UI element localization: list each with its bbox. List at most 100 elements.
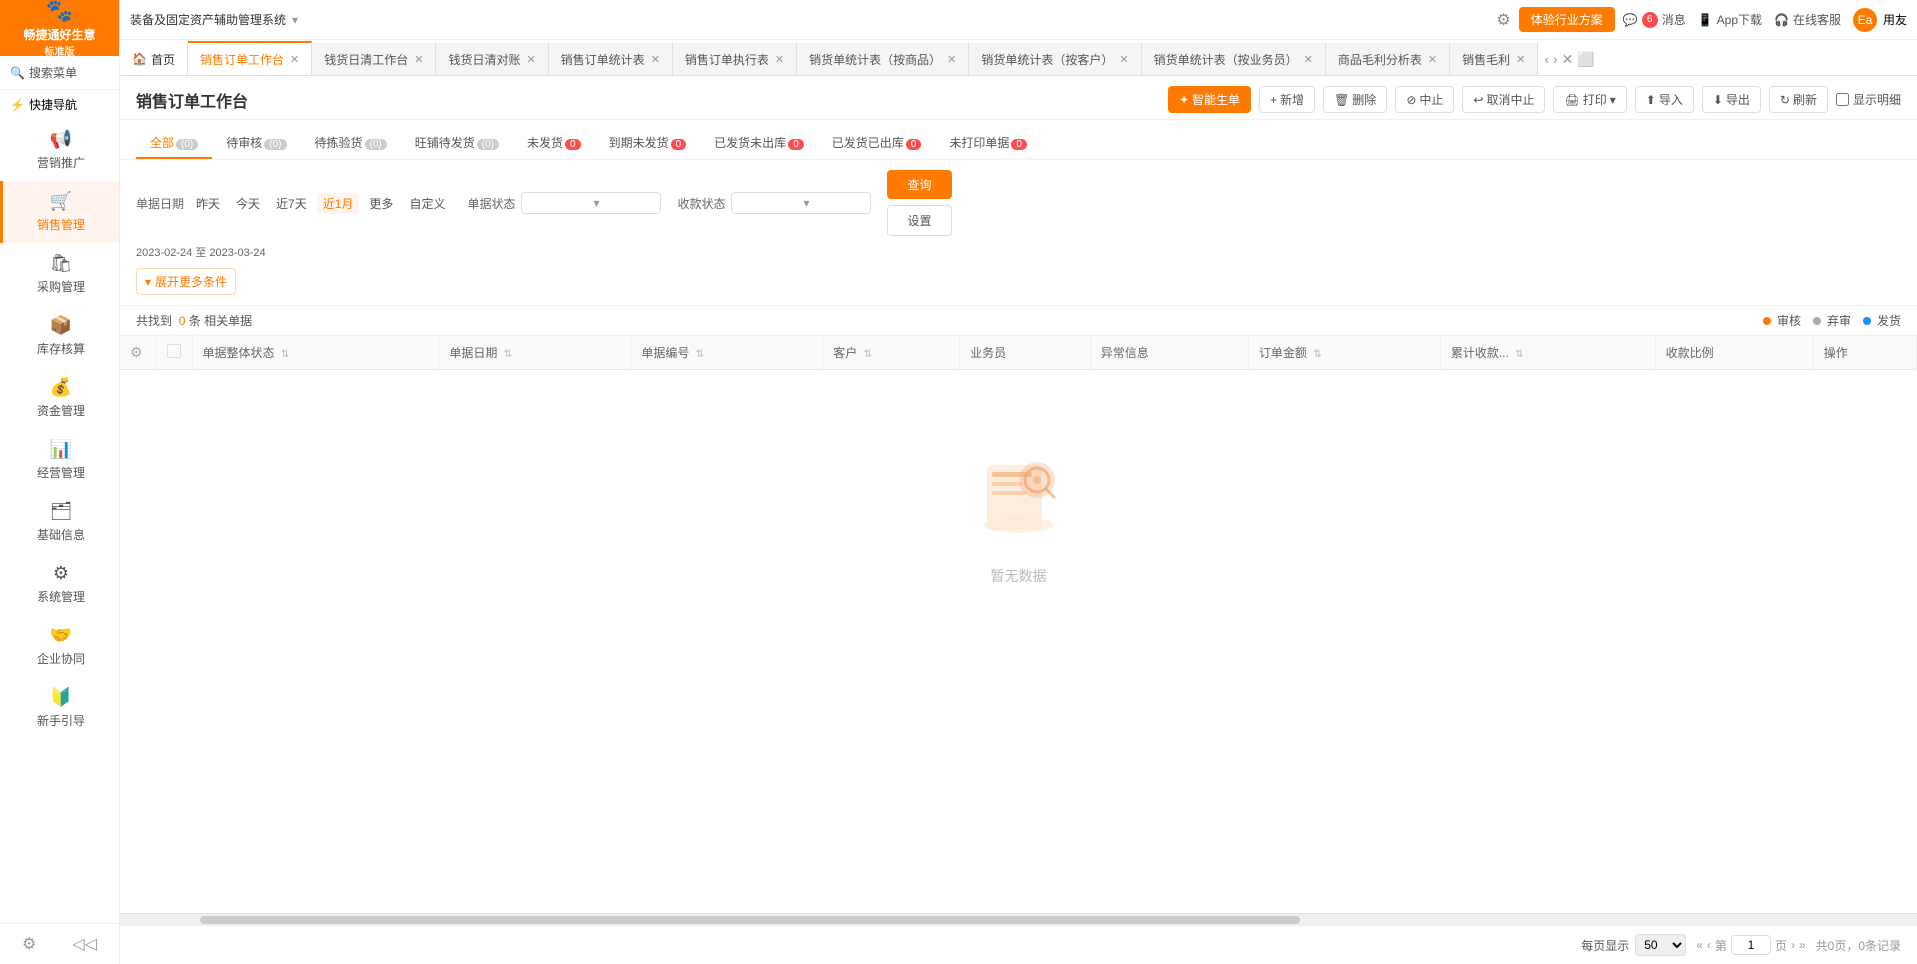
tab-cash-reconcile-close[interactable]: ✕ xyxy=(526,53,535,66)
show-detail-label[interactable]: 显示明细 xyxy=(1836,91,1901,108)
sidebar-item-guide[interactable]: 🔰 新手引导 xyxy=(0,677,119,739)
tab-cash-clear[interactable]: 钱货日清工作台 ✕ xyxy=(312,43,436,75)
tab-goods-stat-staff-close[interactable]: ✕ xyxy=(1304,53,1313,66)
page-last-btn[interactable]: » xyxy=(1799,938,1806,952)
sidebar-item-sys-mgmt[interactable]: ⚙ 系统管理 xyxy=(0,553,119,615)
date-btn-custom[interactable]: 自定义 xyxy=(403,193,451,214)
tab-sales-stat-close[interactable]: ✕ xyxy=(651,53,660,66)
print-dropdown-arrow[interactable]: ▾ xyxy=(1610,93,1616,107)
settings-gear-icon[interactable]: ⚙ xyxy=(1496,10,1510,30)
import-button[interactable]: ⬆ 导入 xyxy=(1635,86,1694,113)
tab-goods-stat-staff[interactable]: 销货单统计表（按业务员） ✕ xyxy=(1142,43,1326,75)
tab-goods-stat-product-close[interactable]: ✕ xyxy=(947,53,956,66)
th-status-sort: ⇅ xyxy=(281,349,289,360)
page-input[interactable] xyxy=(1731,935,1771,955)
tab-sales-workbench-close[interactable]: ✕ xyxy=(290,53,299,66)
ship-btn[interactable]: 发货 xyxy=(1863,312,1901,329)
th-number-sort: ⇅ xyxy=(696,349,704,360)
th-number[interactable]: 单据编号 ⇅ xyxy=(631,336,823,370)
review-btn[interactable]: 审核 xyxy=(1763,312,1801,329)
status-select[interactable]: ▾ xyxy=(521,192,661,214)
tab-goods-stat-customer[interactable]: 销货单统计表（按客户） ✕ xyxy=(969,43,1141,75)
sidebar-item-operation[interactable]: 📊 经营管理 xyxy=(0,429,119,491)
filter-tab-pending-review[interactable]: 待审核(0) xyxy=(212,128,300,159)
page-prev-btn[interactable]: ‹ xyxy=(1707,938,1711,952)
sidebar-item-enterprise[interactable]: 🤝 企业协同 xyxy=(0,615,119,677)
hscroll-bar[interactable] xyxy=(120,913,1917,925)
filter-tab-unprinted[interactable]: 未打印单据0 xyxy=(935,128,1041,159)
expand-button[interactable]: ▾ 展开更多条件 xyxy=(136,268,236,295)
th-amount[interactable]: 订单金额 ⇅ xyxy=(1248,336,1440,370)
tabs-maximize-btn[interactable]: ⬜ xyxy=(1577,51,1594,68)
online-service-btn[interactable]: 🎧 在线客服 xyxy=(1774,11,1841,28)
tab-sales-exec[interactable]: 销售订单执行表 ✕ xyxy=(673,43,797,75)
tabs-prev-btn[interactable]: ‹ xyxy=(1544,51,1549,67)
export-button[interactable]: ⬇ 导出 xyxy=(1702,86,1761,113)
sidebar-search[interactable]: 🔍 搜索菜单 xyxy=(0,56,119,90)
sidebar-item-finance[interactable]: 💰 资金管理 xyxy=(0,367,119,429)
filter-tab-overdue[interactable]: 到期未发货0 xyxy=(595,128,701,159)
app-download-btn[interactable]: 📱 App下载 xyxy=(1698,11,1762,28)
filter-tab-all[interactable]: 全部(0) xyxy=(136,128,212,159)
print-button[interactable]: 🖨 打印 ▾ xyxy=(1553,86,1626,113)
cancel-stop-button[interactable]: ↩ 取消中止 xyxy=(1462,86,1545,113)
page-first-btn[interactable]: « xyxy=(1696,938,1703,952)
tab-goods-stat-customer-close[interactable]: ✕ xyxy=(1119,53,1128,66)
sidebar-item-inventory[interactable]: 📦 库存核算 xyxy=(0,305,119,367)
set-button[interactable]: 设置 xyxy=(887,205,951,236)
filter-tab-pending-inspect[interactable]: 待拣验货(0) xyxy=(301,128,401,159)
stop-button[interactable]: ⊘ 中止 xyxy=(1395,86,1454,113)
page-next-btn[interactable]: › xyxy=(1791,938,1795,952)
page-size-select[interactable]: 20 50 100 xyxy=(1635,934,1686,956)
column-settings-icon[interactable]: ⚙ xyxy=(130,344,143,360)
collapse-icon[interactable]: ◁◁ xyxy=(72,934,97,954)
tab-sales-stat[interactable]: 销售订单统计表 ✕ xyxy=(549,43,673,75)
tab-home[interactable]: 🏠 首页 xyxy=(120,43,188,75)
date-btn-1month[interactable]: 近1月 xyxy=(317,193,360,214)
tab-cash-reconcile[interactable]: 钱货日清对账 ✕ xyxy=(436,43,548,75)
system-dropdown-arrow[interactable]: ▾ xyxy=(292,13,298,27)
date-btn-7days[interactable]: 近7天 xyxy=(270,193,313,214)
sidebar-item-basic-info[interactable]: 🗂 基础信息 xyxy=(0,491,119,553)
date-btn-more[interactable]: 更多 xyxy=(363,193,399,214)
quick-nav[interactable]: ⚡ 快捷导航 xyxy=(0,90,119,119)
th-collected[interactable]: 累计收款... ⇅ xyxy=(1440,336,1655,370)
query-button[interactable]: 查询 xyxy=(887,170,951,199)
tab-cash-clear-close[interactable]: ✕ xyxy=(414,53,423,66)
solution-button[interactable]: 体验行业方案 xyxy=(1519,7,1615,32)
th-customer[interactable]: 客户 ⇅ xyxy=(823,336,960,370)
tab-sales-gross-close[interactable]: ✕ xyxy=(1516,53,1525,66)
user-area[interactable]: Ea 用友 xyxy=(1853,8,1907,32)
tab-sales-gross[interactable]: 销售毛利 ✕ xyxy=(1450,43,1538,75)
tab-sales-exec-close[interactable]: ✕ xyxy=(775,53,784,66)
tab-sales-workbench[interactable]: 销售订单工作台 ✕ xyxy=(188,41,312,75)
message-btn[interactable]: 💬 6 消息 xyxy=(1623,11,1686,28)
tab-goods-stat-product[interactable]: 销货单统计表（按商品） ✕ xyxy=(797,43,969,75)
date-btn-yesterday[interactable]: 昨天 xyxy=(190,193,226,214)
tab-cash-reconcile-label: 钱货日清对账 xyxy=(448,51,520,68)
new-button[interactable]: + 新增 xyxy=(1259,86,1315,113)
tab-goods-margin-close[interactable]: ✕ xyxy=(1428,53,1437,66)
th-date[interactable]: 单据日期 ⇅ xyxy=(439,336,631,370)
tab-goods-margin[interactable]: 商品毛利分析表 ✕ xyxy=(1326,43,1450,75)
filter-tab-shipped-out[interactable]: 已发货已出库0 xyxy=(818,128,936,159)
tabs-close-all-btn[interactable]: ✕ xyxy=(1562,51,1574,68)
filter-tab-wangpu[interactable]: 旺铺待发货(0) xyxy=(401,128,513,159)
hscroll-thumb[interactable] xyxy=(200,916,1300,924)
sidebar-item-purchase-mgmt[interactable]: 🛍 采购管理 xyxy=(0,243,119,305)
settings-icon[interactable]: ⚙ xyxy=(22,934,36,954)
unreviewed-btn[interactable]: 弃审 xyxy=(1813,312,1851,329)
show-detail-checkbox[interactable] xyxy=(1836,93,1849,106)
tabs-next-btn[interactable]: › xyxy=(1553,51,1558,67)
refresh-button[interactable]: ↻ 刷新 xyxy=(1769,86,1828,113)
header-checkbox[interactable] xyxy=(167,344,181,358)
sidebar-item-sales-promo[interactable]: 📢 营销推广 xyxy=(0,119,119,181)
delete-button[interactable]: 🗑 删除 xyxy=(1323,86,1387,113)
smart-create-button[interactable]: ✦ 智能生单 xyxy=(1168,86,1251,113)
date-btn-today[interactable]: 今天 xyxy=(230,193,266,214)
payment-select[interactable]: ▾ xyxy=(731,192,871,214)
sidebar-item-sales-mgmt[interactable]: 🛒 销售管理 xyxy=(0,181,119,243)
filter-tab-unshipped[interactable]: 未发货0 xyxy=(513,128,595,159)
filter-tab-shipped-not-out[interactable]: 已发货未出库0 xyxy=(700,128,818,159)
th-status[interactable]: 单据整体状态 ⇅ xyxy=(192,336,439,370)
